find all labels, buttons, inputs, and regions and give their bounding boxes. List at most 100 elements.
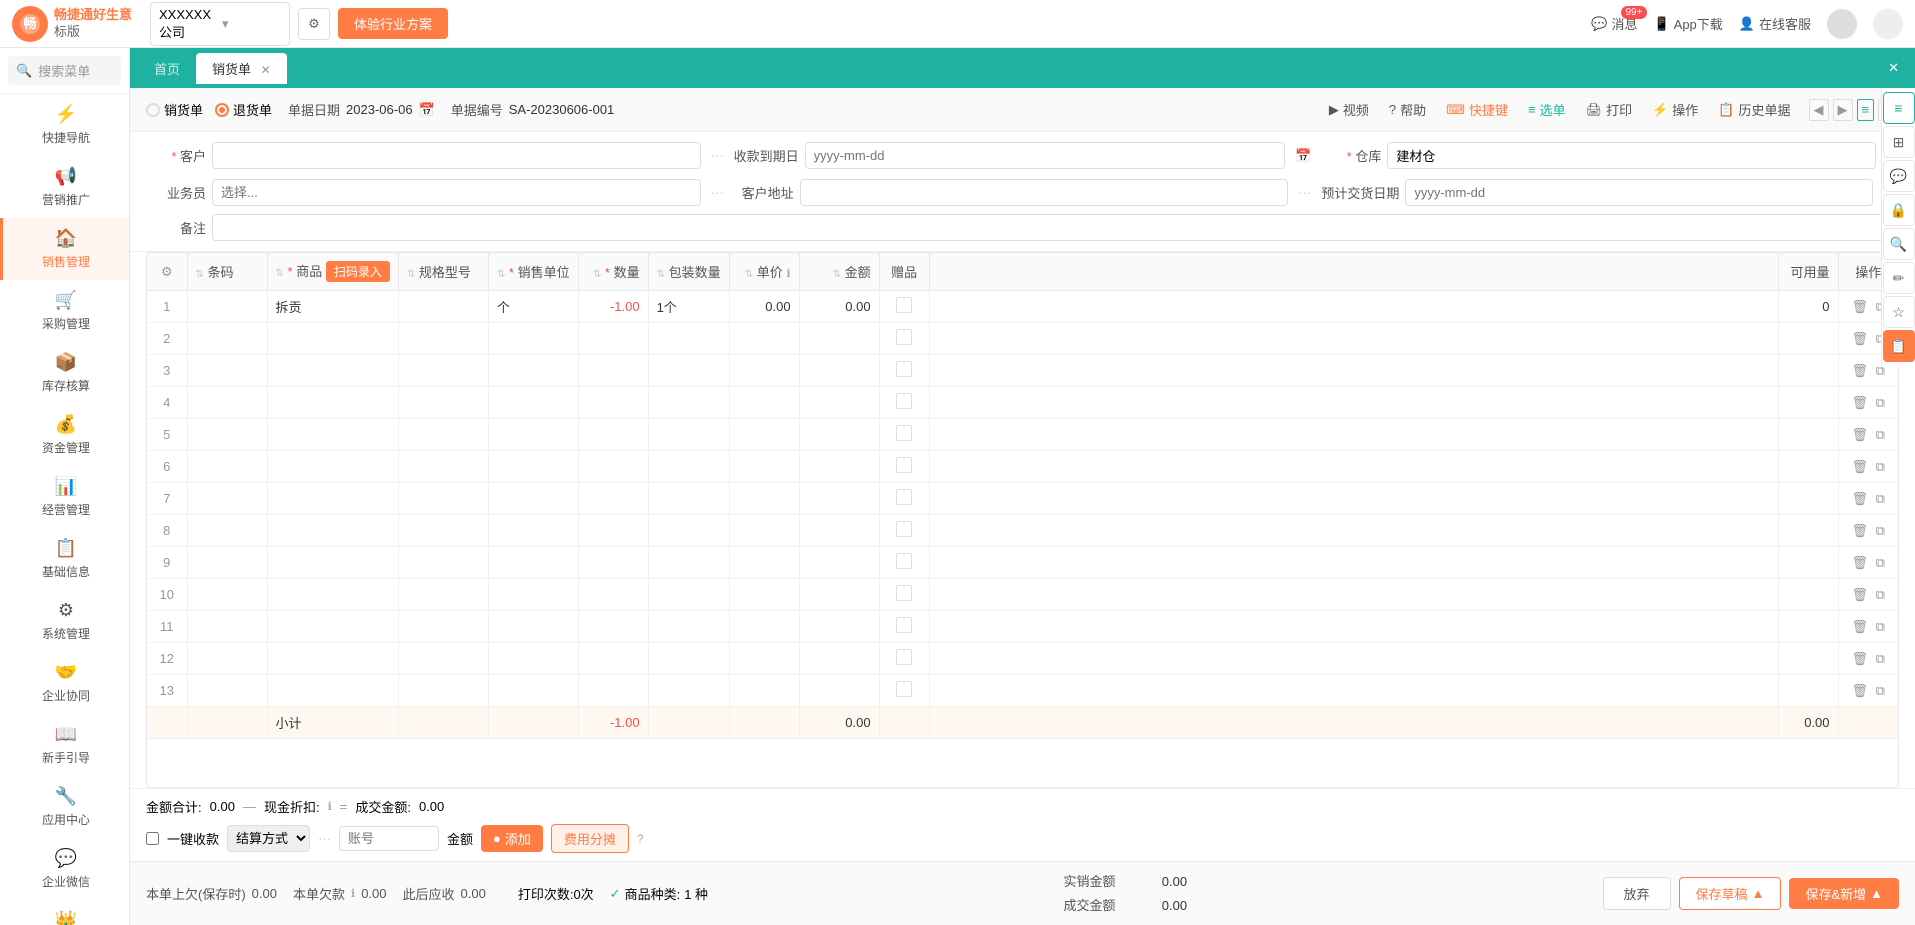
- customer-address-input[interactable]: [800, 179, 1289, 206]
- cell-gift[interactable]: [879, 547, 929, 579]
- expense-info-icon[interactable]: ?: [637, 832, 644, 846]
- sidebar-item-purchase[interactable]: 🛒 采购管理: [0, 280, 129, 342]
- price-info-icon[interactable]: ℹ: [786, 268, 790, 280]
- right-star[interactable]: ☆: [1883, 296, 1915, 328]
- gift-checkbox[interactable]: [896, 617, 912, 633]
- cell-spec[interactable]: [398, 547, 488, 579]
- payment-method-more-icon[interactable]: ···: [318, 831, 331, 846]
- close-tab-button[interactable]: ✕: [1880, 60, 1907, 76]
- right-chat[interactable]: 💬: [1883, 160, 1915, 192]
- cell-barcode[interactable]: [187, 355, 267, 387]
- warehouse-input[interactable]: [1387, 142, 1876, 169]
- cell-barcode[interactable]: [187, 323, 267, 355]
- action-choose[interactable]: ≡ 选单: [1522, 98, 1572, 121]
- sidebar-item-finance[interactable]: 💰 资金管理: [0, 404, 129, 466]
- save-new-button[interactable]: 保存&新增 ▲: [1789, 878, 1899, 909]
- copy-icon[interactable]: ⧉: [1876, 587, 1885, 602]
- cell-spec[interactable]: [398, 451, 488, 483]
- gift-checkbox[interactable]: [896, 521, 912, 537]
- cell-spec[interactable]: [398, 611, 488, 643]
- salesperson-more-icon[interactable]: ···: [711, 185, 724, 200]
- right-edit[interactable]: ✏: [1883, 262, 1915, 294]
- expense-split-button[interactable]: 费用分摊: [551, 824, 629, 853]
- total-due-info-icon[interactable]: ℹ: [351, 887, 355, 900]
- sidebar-item-operations[interactable]: 📊 经营管理: [0, 466, 129, 528]
- salesperson-input[interactable]: [212, 179, 701, 206]
- delete-icon[interactable]: 🗑: [1852, 491, 1869, 506]
- gift-checkbox[interactable]: [896, 489, 912, 505]
- cell-gift[interactable]: [879, 451, 929, 483]
- sidebar-item-quicknav[interactable]: ⚡ 快捷导航: [0, 94, 129, 156]
- sidebar-search-area[interactable]: 🔍 搜索菜单: [0, 48, 129, 94]
- avatar[interactable]: [1827, 9, 1857, 39]
- message-button[interactable]: 💬 消息 99+: [1591, 14, 1637, 33]
- cell-gift[interactable]: [879, 483, 929, 515]
- cell-gift[interactable]: [879, 611, 929, 643]
- delete-icon[interactable]: 🗑: [1852, 427, 1869, 442]
- right-grid-view[interactable]: ⊞: [1883, 126, 1915, 158]
- action-history[interactable]: 📋 历史单据: [1712, 98, 1796, 121]
- sidebar-item-member[interactable]: 👑 畅会员: [0, 900, 129, 925]
- cell-gift[interactable]: [879, 419, 929, 451]
- gift-checkbox[interactable]: [896, 329, 912, 345]
- delete-icon[interactable]: 🗑: [1852, 523, 1869, 538]
- cell-barcode[interactable]: [187, 419, 267, 451]
- cell-barcode[interactable]: [187, 515, 267, 547]
- cell-spec[interactable]: [398, 579, 488, 611]
- list-view-icon[interactable]: ≡: [1857, 99, 1875, 121]
- cell-spec[interactable]: [398, 355, 488, 387]
- right-zoom[interactable]: 🔍: [1883, 228, 1915, 260]
- delete-icon[interactable]: 🗑: [1852, 555, 1869, 570]
- address-more-icon[interactable]: ···: [1298, 185, 1311, 200]
- delete-icon[interactable]: 🗑: [1852, 619, 1869, 634]
- cell-gift[interactable]: [879, 355, 929, 387]
- add-row-button[interactable]: ● 添加: [481, 825, 543, 852]
- discount-info-icon[interactable]: ℹ: [328, 800, 332, 813]
- cell-barcode[interactable]: [187, 675, 267, 707]
- online-service-button[interactable]: 👤 在线客服: [1739, 14, 1811, 33]
- copy-icon[interactable]: ⧉: [1876, 395, 1885, 410]
- save-draft-button[interactable]: 保存草稿 ▲: [1679, 877, 1782, 910]
- gift-checkbox[interactable]: [896, 681, 912, 697]
- copy-icon[interactable]: ⧉: [1876, 683, 1885, 698]
- settings-button[interactable]: ⚙: [298, 8, 330, 40]
- gift-checkbox[interactable]: [896, 361, 912, 377]
- sidebar-item-appstore[interactable]: 🔧 应用中心: [0, 776, 129, 838]
- avatar-extra[interactable]: [1873, 9, 1903, 39]
- sidebar-item-inventory[interactable]: 📦 库存核算: [0, 342, 129, 404]
- cell-spec[interactable]: [398, 675, 488, 707]
- note-input[interactable]: [212, 214, 1899, 241]
- right-lock[interactable]: 🔒: [1883, 194, 1915, 226]
- payment-due-input[interactable]: [805, 142, 1285, 169]
- sidebar-item-system[interactable]: ⚙ 系统管理: [0, 590, 129, 652]
- sidebar-item-collab[interactable]: 🤝 企业协同: [0, 652, 129, 714]
- gift-checkbox[interactable]: [896, 393, 912, 409]
- calendar2-icon[interactable]: 📅: [1295, 148, 1311, 164]
- action-video[interactable]: ▶ 视频: [1323, 98, 1375, 121]
- delete-icon[interactable]: 🗑: [1852, 363, 1869, 378]
- radio-sales[interactable]: 销货单: [146, 100, 203, 119]
- account-input[interactable]: [339, 826, 439, 851]
- delete-icon[interactable]: 🗑: [1852, 651, 1869, 666]
- sidebar-item-sales[interactable]: 🏠 销售管理: [0, 218, 129, 280]
- copy-icon[interactable]: ⧉: [1876, 491, 1885, 506]
- tab-home[interactable]: 首页: [138, 53, 196, 84]
- action-operate[interactable]: ⚡ 操作: [1646, 98, 1704, 121]
- one-click-pay-checkbox[interactable]: [146, 832, 159, 845]
- copy-icon[interactable]: ⧉: [1876, 459, 1885, 474]
- delete-icon[interactable]: 🗑: [1852, 459, 1869, 474]
- cell-gift[interactable]: [879, 675, 929, 707]
- calendar-icon[interactable]: 📅: [419, 102, 435, 118]
- search-menu-input[interactable]: 🔍 搜索菜单: [8, 56, 121, 85]
- gift-checkbox[interactable]: [896, 425, 912, 441]
- cell-spec[interactable]: [398, 483, 488, 515]
- cell-spec[interactable]: [398, 291, 488, 323]
- table-settings-icon[interactable]: ⚙: [161, 264, 173, 279]
- cell-barcode[interactable]: [187, 483, 267, 515]
- cell-gift[interactable]: [879, 515, 929, 547]
- cell-spec[interactable]: [398, 419, 488, 451]
- gift-checkbox[interactable]: [896, 297, 912, 313]
- cell-barcode[interactable]: [187, 451, 267, 483]
- copy-icon[interactable]: ⧉: [1876, 651, 1885, 666]
- copy-icon[interactable]: ⧉: [1876, 523, 1885, 538]
